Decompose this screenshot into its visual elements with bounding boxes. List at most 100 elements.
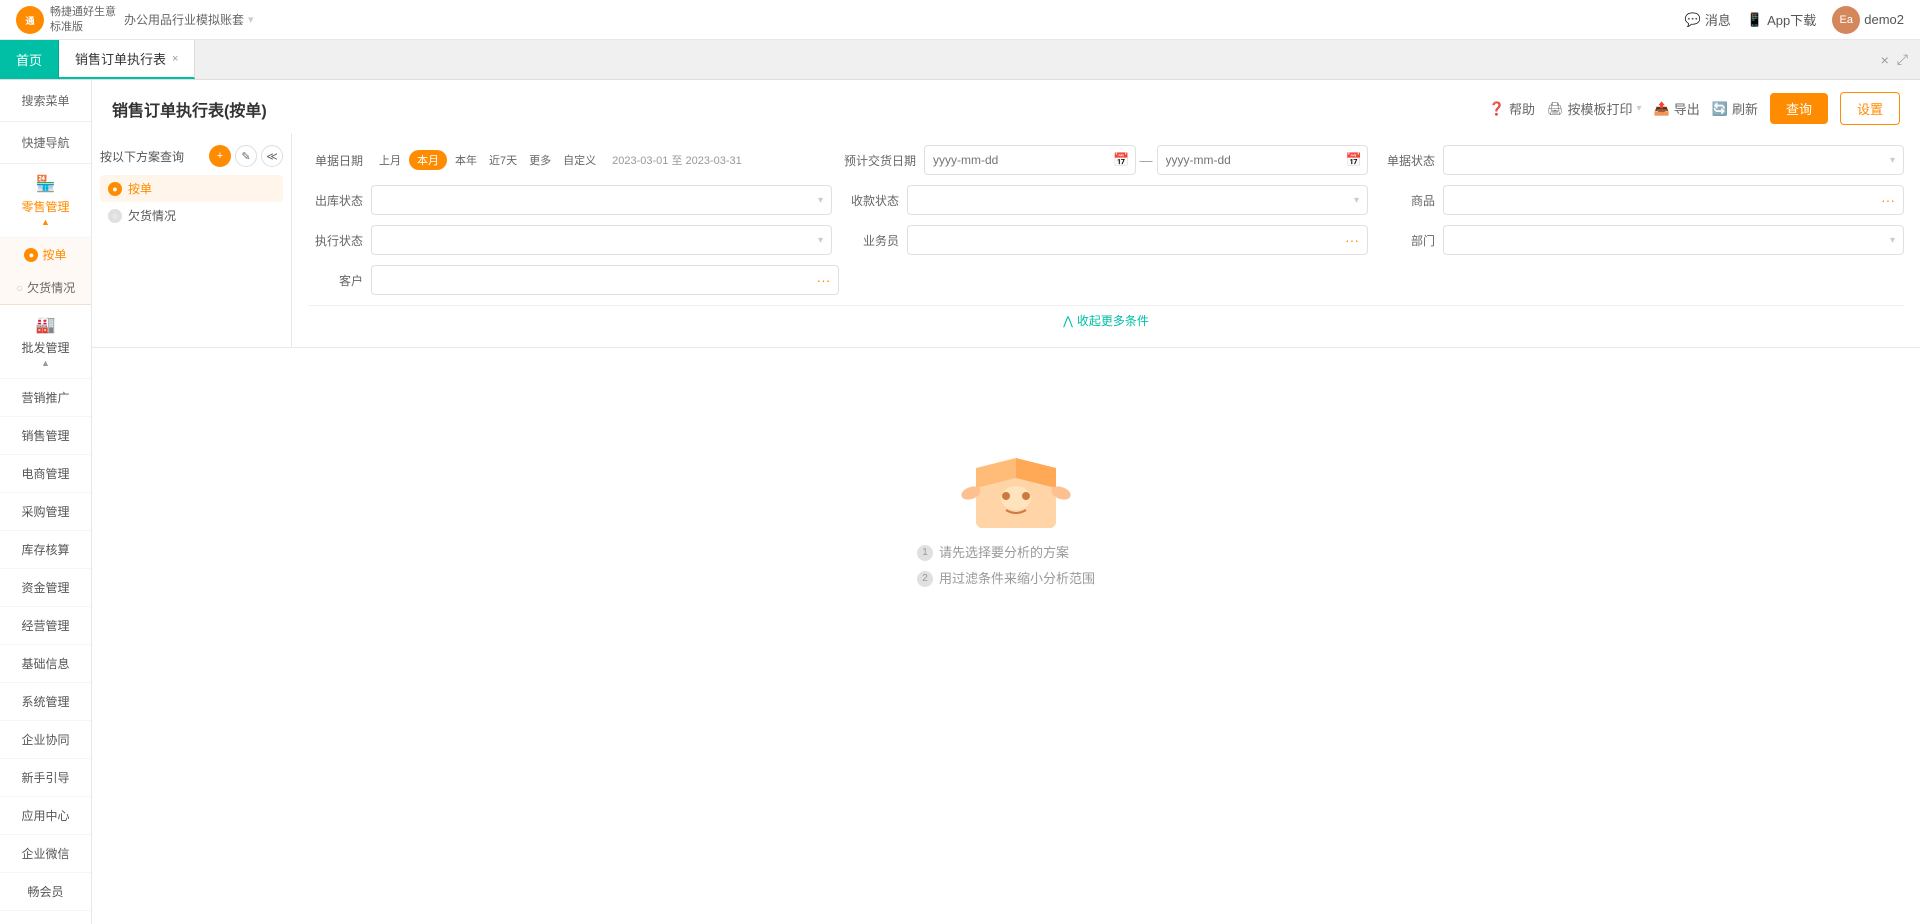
edit-scheme-button[interactable]: ✎: [235, 145, 257, 167]
export-button[interactable]: 📤 导出: [1654, 99, 1700, 118]
sidebar-item-enterprise[interactable]: 企业协同: [0, 721, 91, 759]
date-end-icon: 📅: [1346, 152, 1362, 168]
dept-dropdown[interactable]: ▾: [1443, 225, 1904, 255]
filter-panel: 按以下方案查询 + ✎ ≪ ● 按单 ○ 欠货情况: [92, 133, 1920, 348]
sidebar-item-newbie[interactable]: 新手引导: [0, 759, 91, 797]
logo-area: 通 畅捷通好生意 标准版: [16, 5, 116, 34]
filter-conditions: 单据日期 上月 本月 本年 近7天 更多 自定义 2023-03-01 至 20…: [292, 133, 1920, 347]
help-icon: ❓: [1489, 101, 1505, 117]
this-month-btn[interactable]: 本月: [409, 150, 447, 170]
scheme-debt[interactable]: ○ 欠货情况: [100, 202, 283, 229]
sidebar-item-finance[interactable]: 资金管理: [0, 569, 91, 607]
message-icon: 💬: [1685, 12, 1701, 28]
tab-window-actions: × ⤢: [1869, 40, 1920, 79]
last7-btn[interactable]: 近7天: [485, 150, 521, 170]
date-quick-buttons: 上月 本月 本年 近7天 更多 自定义: [375, 150, 600, 170]
collapse-icon: ⋀: [1063, 314, 1073, 328]
template-print-button[interactable]: 🖨 按模板打印 ▾: [1547, 99, 1642, 118]
wholesale-icon: 🏭: [36, 315, 56, 335]
filter-row-3: 执行状态 ▾ 业务员 ···: [308, 225, 1904, 255]
collapse-conditions-button[interactable]: ⋀ 收起更多条件: [308, 305, 1904, 335]
goods-input[interactable]: [1452, 193, 1881, 207]
page-title: 销售订单执行表(按单): [112, 97, 267, 121]
filter-field-date: 单据日期 上月 本月 本年 近7天 更多 自定义 2023-03-01 至 20…: [308, 150, 832, 170]
goods-ellipsis-btn[interactable]: ···: [1881, 192, 1895, 208]
tab-close-button[interactable]: ×: [172, 53, 178, 65]
filter-field-receipt: 收款状态 ▾: [844, 185, 1368, 215]
sidebar-item-basic[interactable]: 基础信息: [0, 645, 91, 683]
customer-ellipsis-btn[interactable]: ···: [816, 272, 830, 288]
search-menu-button[interactable]: 搜索菜单: [8, 88, 83, 113]
sidebar-item-operation[interactable]: 经营管理: [0, 607, 91, 645]
receipt-dropdown[interactable]: ▾: [907, 185, 1368, 215]
expected-date-start-wrap: 📅: [924, 145, 1136, 175]
sidebar-item-sales[interactable]: 销售管理: [0, 417, 91, 455]
window-expand-button[interactable]: ⤢: [1897, 51, 1908, 68]
sidebar-item-corpwechat[interactable]: 企业微信: [0, 835, 91, 873]
print-icon: 🖨: [1547, 101, 1564, 117]
breadcrumb[interactable]: 办公用品行业模拟账套 ▾: [124, 11, 254, 28]
tab-home[interactable]: 首页: [0, 40, 59, 79]
hint-item-1: 1 请先选择要分析的方案: [917, 540, 1095, 566]
settings-button[interactable]: 设置: [1840, 92, 1900, 125]
tab-sales-order[interactable]: 销售订单执行表 ×: [59, 40, 195, 79]
customer-input-wrap: ···: [371, 265, 839, 295]
user-menu[interactable]: Ea demo2: [1832, 6, 1904, 34]
date-start-icon: 📅: [1113, 152, 1129, 168]
export-icon: 📤: [1654, 101, 1670, 117]
status-dropdown[interactable]: ▾: [1443, 145, 1904, 175]
shipment-dropdown-arrow: ▾: [818, 195, 823, 206]
sidebar-item-purchase[interactable]: 采购管理: [0, 493, 91, 531]
exec-status-dropdown[interactable]: ▾: [371, 225, 832, 255]
custom-btn[interactable]: 自定义: [559, 150, 600, 170]
sidebar-item-inventory[interactable]: 库存核算: [0, 531, 91, 569]
sidebar-sub-menu: ● 按单 ○ 欠货情况: [0, 238, 91, 305]
scheme-press[interactable]: ● 按单: [100, 175, 283, 202]
logo-icon: 通: [16, 6, 44, 34]
sidebar-item-marketing[interactable]: 营销推广: [0, 379, 91, 417]
last-month-btn[interactable]: 上月: [375, 150, 405, 170]
shipment-dropdown[interactable]: ▾: [371, 185, 832, 215]
add-scheme-button[interactable]: +: [209, 145, 231, 167]
scheme-inactive-dot: ○: [108, 209, 122, 223]
empty-hints: 1 请先选择要分析的方案 2 用过滤条件来缩小分析范围: [917, 540, 1095, 592]
sidebar-item-wholesale[interactable]: 🏭 批发管理 ▲: [0, 305, 91, 379]
filter-field-expected-date: 预计交货日期 📅 — 📅: [844, 145, 1368, 175]
expected-date-start-input[interactable]: [924, 145, 1136, 175]
sidebar-item-retail[interactable]: 🏪 零售管理 ▲: [0, 164, 91, 238]
top-bar-right: 💬 消息 📱 App下载 Ea demo2: [1685, 6, 1904, 34]
hint-item-2: 2 用过滤条件来缩小分析范围: [917, 566, 1095, 592]
sidebar-item-member[interactable]: 畅会员: [0, 873, 91, 911]
sidebar-sub-debt[interactable]: ○ 欠货情况: [0, 271, 91, 304]
app-download-button[interactable]: 📱 App下载: [1747, 10, 1816, 29]
customer-input[interactable]: [380, 273, 816, 287]
expected-date-end-input[interactable]: [1157, 145, 1369, 175]
receipt-dropdown-arrow: ▾: [1354, 195, 1359, 206]
salesperson-input[interactable]: [916, 233, 1345, 247]
sidebar-item-system[interactable]: 系统管理: [0, 683, 91, 721]
quick-nav-item[interactable]: 快捷导航: [0, 128, 91, 157]
more-btn[interactable]: 更多: [525, 150, 555, 170]
filter-row-1: 单据日期 上月 本月 本年 近7天 更多 自定义 2023-03-01 至 20…: [308, 145, 1904, 175]
sidebar-sub-press[interactable]: ● 按单: [0, 238, 91, 271]
message-button[interactable]: 💬 消息: [1685, 10, 1731, 29]
this-year-btn[interactable]: 本年: [451, 150, 481, 170]
top-bar: 通 畅捷通好生意 标准版 办公用品行业模拟账套 ▾ 💬 消息 📱 App下载 E…: [0, 0, 1920, 40]
content-area: 销售订单执行表(按单) ❓ 帮助 🖨 按模板打印 ▾ 📤 导出: [92, 80, 1920, 924]
sidebar-item-ecom[interactable]: 电商管理: [0, 455, 91, 493]
refresh-button[interactable]: 🔄 刷新: [1712, 99, 1758, 118]
svg-text:通: 通: [25, 15, 34, 26]
scheme-action-icons: + ✎ ≪: [209, 145, 283, 167]
filter-field-customer: 客户 ···: [308, 265, 839, 295]
sub-item-circle-icon: ○: [16, 281, 23, 295]
filter-scheme-header: 按以下方案查询 + ✎ ≪: [100, 145, 283, 167]
empty-state: 1 请先选择要分析的方案 2 用过滤条件来缩小分析范围: [92, 348, 1920, 672]
collapse-scheme-button[interactable]: ≪: [261, 145, 283, 167]
window-close-button[interactable]: ×: [1881, 52, 1889, 68]
salesperson-ellipsis-btn[interactable]: ···: [1345, 232, 1359, 248]
retail-icon: 🏪: [36, 174, 56, 194]
help-button[interactable]: ❓ 帮助: [1489, 99, 1535, 118]
query-button[interactable]: 查询: [1770, 93, 1828, 124]
sidebar-item-appstore[interactable]: 应用中心: [0, 797, 91, 835]
refresh-icon: 🔄: [1712, 101, 1728, 117]
